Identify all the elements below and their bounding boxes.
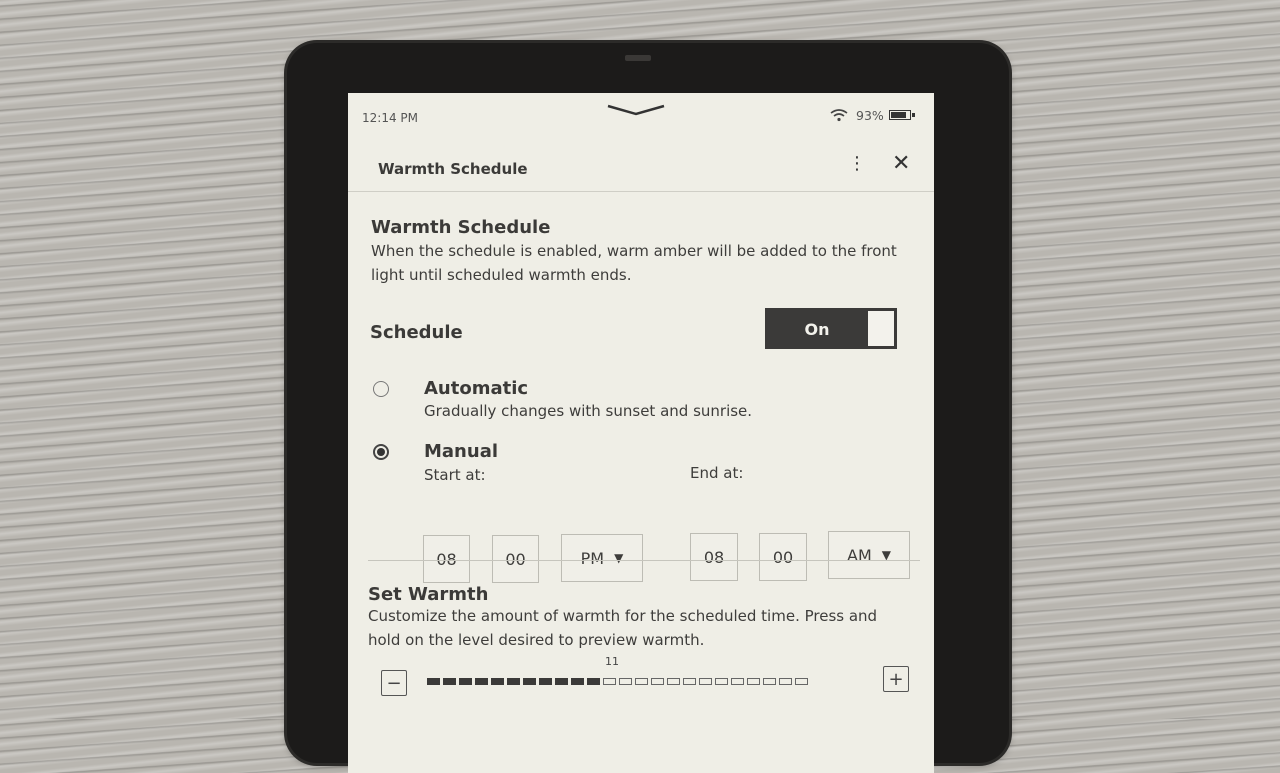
page-title: Warmth Schedule xyxy=(378,160,528,178)
radio-manual[interactable] xyxy=(373,444,389,460)
toggle-label: On xyxy=(804,320,830,339)
minus-icon: − xyxy=(386,672,402,694)
battery-icon xyxy=(889,110,915,120)
option-automatic-title[interactable]: Automatic xyxy=(424,378,528,399)
battery-fill xyxy=(891,112,906,118)
warmth-level-number: 11 xyxy=(605,655,619,668)
title-bar: Warmth Schedule ⋮ ✕ xyxy=(348,143,934,192)
start-hour-field[interactable]: 08 xyxy=(423,535,470,583)
warmth-level-segment[interactable] xyxy=(587,678,600,685)
warmth-level-segment[interactable] xyxy=(795,678,808,685)
end-at-label: End at: xyxy=(690,464,744,482)
warmth-level-segment[interactable] xyxy=(523,678,536,685)
schedule-label: Schedule xyxy=(370,322,463,343)
option-manual-title[interactable]: Manual xyxy=(424,441,498,462)
warmth-level-segment[interactable] xyxy=(539,678,552,685)
warmth-level-segment[interactable] xyxy=(491,678,504,685)
decrease-warmth-button[interactable]: − xyxy=(381,670,407,696)
set-warmth-title: Set Warmth xyxy=(368,584,489,605)
warmth-level-segment[interactable] xyxy=(571,678,584,685)
status-time: 12:14 PM xyxy=(362,111,418,125)
warmth-level-segment[interactable] xyxy=(619,678,632,685)
warmth-level-segment[interactable] xyxy=(731,678,744,685)
warmth-level-segment[interactable] xyxy=(427,678,440,685)
warmth-level-slider[interactable] xyxy=(427,678,808,685)
section-title: Warmth Schedule xyxy=(371,217,551,238)
warmth-level-segment[interactable] xyxy=(443,678,456,685)
warmth-level-segment[interactable] xyxy=(763,678,776,685)
battery-percent: 93% xyxy=(856,108,884,123)
end-minute-field[interactable]: 00 xyxy=(759,533,807,581)
close-icon[interactable]: ✕ xyxy=(892,153,910,175)
end-period-select[interactable]: AM ▼ xyxy=(828,531,910,579)
screen: 12:14 PM 93% Warmth Schedule ⋮ ✕ Warmth … xyxy=(348,93,934,773)
warmth-level-segment[interactable] xyxy=(651,678,664,685)
divider xyxy=(368,560,920,561)
warmth-level-segment[interactable] xyxy=(747,678,760,685)
option-automatic-description: Gradually changes with sunset and sunris… xyxy=(424,402,753,420)
kebab-menu-icon[interactable]: ⋮ xyxy=(848,155,866,173)
warmth-level-segment[interactable] xyxy=(779,678,792,685)
warmth-level-segment[interactable] xyxy=(459,678,472,685)
wifi-icon xyxy=(830,109,848,122)
dropdown-caret-icon: ▼ xyxy=(614,551,624,565)
section-description: When the schedule is enabled, warm amber… xyxy=(371,242,897,284)
light-sensor xyxy=(625,55,651,61)
status-bar: 12:14 PM 93% xyxy=(348,93,934,133)
increase-warmth-button[interactable]: + xyxy=(883,666,909,692)
schedule-toggle[interactable]: On xyxy=(765,308,897,349)
end-hour-field[interactable]: 08 xyxy=(690,533,738,581)
warmth-level-segment[interactable] xyxy=(603,678,616,685)
pulldown-chevron-icon[interactable] xyxy=(606,103,666,117)
kindle-device: 12:14 PM 93% Warmth Schedule ⋮ ✕ Warmth … xyxy=(287,43,1009,773)
warmth-level-segment[interactable] xyxy=(715,678,728,685)
start-at-label: Start at: xyxy=(424,466,486,484)
warmth-level-segment[interactable] xyxy=(635,678,648,685)
warmth-level-segment[interactable] xyxy=(667,678,680,685)
radio-automatic[interactable] xyxy=(373,381,389,397)
toggle-knob xyxy=(868,311,894,346)
warmth-level-segment[interactable] xyxy=(475,678,488,685)
plus-icon: + xyxy=(888,668,904,690)
start-period-value: PM xyxy=(580,548,605,568)
warmth-level-segment[interactable] xyxy=(699,678,712,685)
warmth-level-segment[interactable] xyxy=(683,678,696,685)
warmth-level-segment[interactable] xyxy=(507,678,520,685)
set-warmth-description: Customize the amount of warmth for the s… xyxy=(368,607,878,649)
warmth-level-segment[interactable] xyxy=(555,678,568,685)
start-period-select[interactable]: PM ▼ xyxy=(561,534,643,582)
start-minute-field[interactable]: 00 xyxy=(492,535,539,583)
end-period-value: AM xyxy=(847,545,872,565)
